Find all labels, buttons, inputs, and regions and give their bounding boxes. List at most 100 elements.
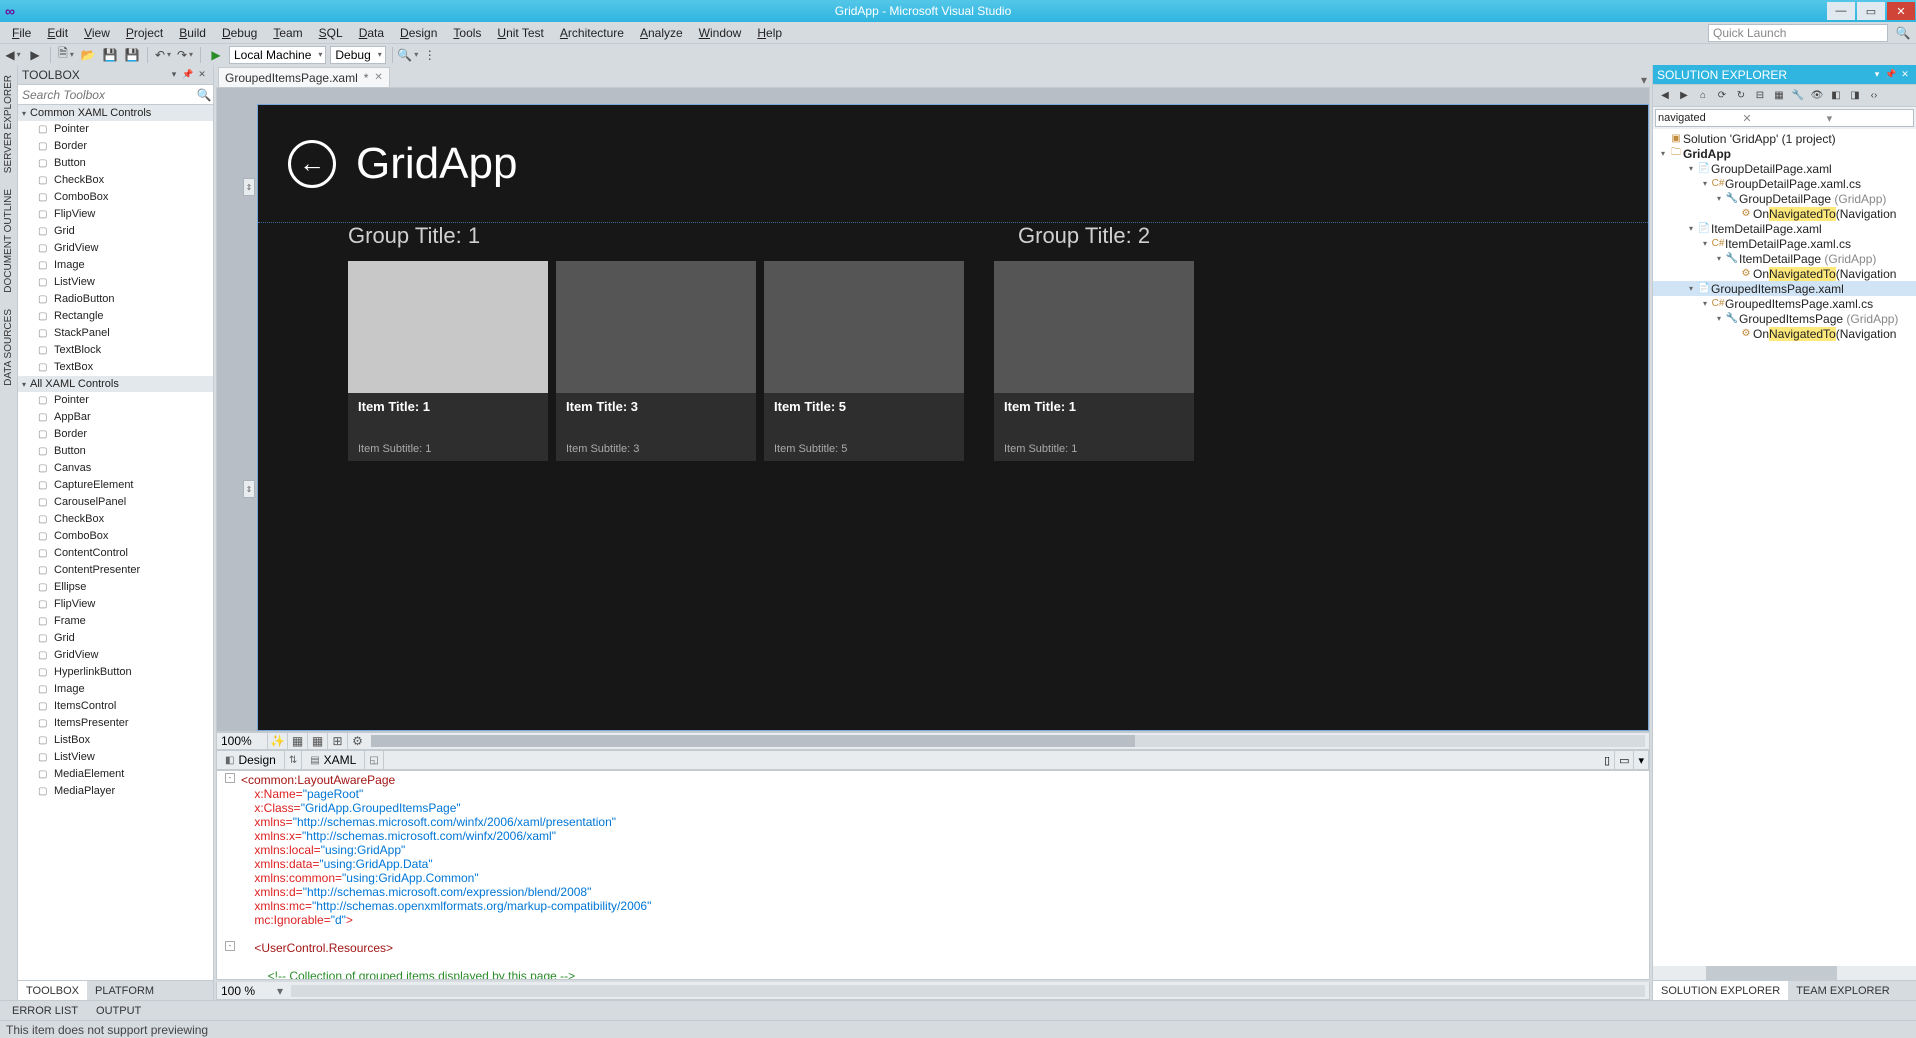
snap-icon[interactable]: ⊞ — [327, 733, 347, 749]
show-all-icon[interactable]: ▦ — [1771, 88, 1787, 104]
design-view-tab[interactable]: ◧Design — [217, 751, 285, 769]
menu-data[interactable]: Data — [351, 24, 392, 42]
clear-search-icon[interactable]: ✕ — [1742, 112, 1826, 125]
view-designer-icon[interactable]: ‹› — [1866, 88, 1882, 104]
toolbox-item[interactable]: StackPanel — [18, 325, 213, 342]
tree-node[interactable]: ▾📄GroupedItemsPage.xaml — [1653, 281, 1916, 296]
menu-project[interactable]: Project — [118, 24, 171, 42]
sync-icon[interactable]: ⟳ — [1714, 88, 1730, 104]
menu-file[interactable]: File — [4, 24, 39, 42]
menu-debug[interactable]: Debug — [214, 24, 265, 42]
toolbox-item[interactable]: CheckBox — [18, 172, 213, 189]
toolbox-item[interactable]: CheckBox — [18, 511, 213, 528]
toolbox-item[interactable]: FlipView — [18, 206, 213, 223]
find-in-files-button[interactable]: 🔍 — [399, 46, 417, 64]
menu-team[interactable]: Team — [265, 24, 310, 42]
toolbox-group[interactable]: ▾All XAML Controls — [18, 376, 213, 392]
toolbox-item[interactable]: Grid — [18, 223, 213, 240]
effects-icon[interactable]: ✨ — [267, 733, 287, 749]
toolbox-item[interactable]: Border — [18, 426, 213, 443]
toolbox-item[interactable]: ItemsControl — [18, 698, 213, 715]
toolbox-item[interactable]: ContentControl — [18, 545, 213, 562]
solution-explorer-tab[interactable]: SOLUTION EXPLORER — [1653, 981, 1788, 1000]
toolbox-item[interactable]: Pointer — [18, 121, 213, 138]
tree-node[interactable]: ⚙OnNavigatedTo(Navigation — [1653, 206, 1916, 221]
minimize-button[interactable]: — — [1827, 2, 1855, 20]
menu-view[interactable]: View — [76, 24, 118, 42]
settings-icon[interactable]: ⚙ — [347, 733, 367, 749]
view-code-icon[interactable]: ◧ — [1828, 88, 1844, 104]
toolbox-item[interactable]: CaptureElement — [18, 477, 213, 494]
data-sources-tab[interactable]: DATA SOURCES — [2, 303, 15, 392]
expand-pane-button[interactable]: ◱ — [365, 751, 383, 769]
toolbox-item[interactable]: ListView — [18, 274, 213, 291]
toolbox-item[interactable]: Canvas — [18, 460, 213, 477]
collapse-pane-button[interactable]: ▾ — [1634, 751, 1649, 769]
save-button[interactable]: 💾 — [101, 46, 119, 64]
toolbox-item[interactable]: GridView — [18, 647, 213, 664]
tree-node[interactable]: ⚙OnNavigatedTo(Navigation — [1653, 266, 1916, 281]
collapse-all-icon[interactable]: ⊟ — [1752, 88, 1768, 104]
toolbox-item[interactable]: Image — [18, 257, 213, 274]
debug-target-combo[interactable]: Local Machine — [229, 46, 326, 64]
refresh-icon[interactable]: ↻ — [1733, 88, 1749, 104]
platform-tab[interactable]: PLATFORM — [87, 981, 162, 1000]
toolbox-item[interactable]: RadioButton — [18, 291, 213, 308]
toolbox-list[interactable]: ▾Common XAML ControlsPointerBorderButton… — [18, 105, 213, 980]
panel-dropdown-icon[interactable]: ▾ — [167, 68, 181, 82]
toolbox-item[interactable]: ComboBox — [18, 189, 213, 206]
tree-node[interactable]: ▾🔧ItemDetailPage (GridApp) — [1653, 251, 1916, 266]
solution-tree[interactable]: ▣Solution 'GridApp' (1 project)▾🗀GridApp… — [1653, 129, 1916, 966]
menu-architecture[interactable]: Architecture — [552, 24, 632, 42]
tree-node[interactable]: ⚙OnNavigatedTo(Navigation — [1653, 326, 1916, 341]
home-icon[interactable]: ⌂ — [1695, 88, 1711, 104]
design-zoom-combo[interactable]: 100% — [217, 734, 267, 748]
configuration-combo[interactable]: Debug — [330, 46, 385, 64]
toolbox-item[interactable]: AppBar — [18, 409, 213, 426]
menu-tools[interactable]: Tools — [445, 24, 489, 42]
menu-sql[interactable]: SQL — [311, 24, 351, 42]
forward-icon[interactable]: ▶ — [1676, 88, 1692, 104]
menu-design[interactable]: Design — [392, 24, 445, 42]
toolbar-overflow-button[interactable]: ⋮ — [421, 46, 439, 64]
horizontal-split-button[interactable]: ▭ — [1615, 751, 1634, 769]
toolbox-tab[interactable]: TOOLBOX — [18, 981, 87, 1000]
toolbox-item[interactable]: Rectangle — [18, 308, 213, 325]
toolbox-item[interactable]: TextBlock — [18, 342, 213, 359]
tree-node[interactable]: ▣Solution 'GridApp' (1 project) — [1653, 131, 1916, 146]
toolbox-group[interactable]: ▾Common XAML Controls — [18, 105, 213, 121]
toolbox-item[interactable]: MediaPlayer — [18, 783, 213, 800]
save-all-button[interactable]: 💾 — [123, 46, 141, 64]
team-explorer-tab[interactable]: TEAM EXPLORER — [1788, 981, 1898, 1000]
chevron-down-icon[interactable]: ▾ — [273, 984, 287, 998]
server-explorer-tab[interactable]: SERVER EXPLORER — [2, 69, 15, 179]
solution-search-value[interactable]: navigated — [1658, 112, 1742, 124]
toolbox-item[interactable]: ItemsPresenter — [18, 715, 213, 732]
vertical-split-button[interactable]: ▯ — [1600, 751, 1615, 769]
xaml-hscrollbar[interactable] — [291, 985, 1645, 997]
toolbox-item[interactable]: Grid — [18, 630, 213, 647]
tree-node[interactable]: ▾🗀GridApp — [1653, 146, 1916, 161]
designer-hscrollbar[interactable] — [371, 735, 1645, 747]
toolbox-item[interactable]: Border — [18, 138, 213, 155]
xaml-designer-surface[interactable]: ⇕ ⇕ ← GridApp Group Title: 1 Group Title… — [216, 87, 1650, 732]
grid-4-icon[interactable]: ▦ — [307, 733, 327, 749]
preview-icon[interactable]: 👁 — [1809, 88, 1825, 104]
quick-launch-input[interactable]: Quick Launch — [1708, 24, 1888, 42]
menu-window[interactable]: Window — [691, 24, 750, 42]
toolbox-item[interactable]: ListBox — [18, 732, 213, 749]
tab-close-icon[interactable]: ✕ — [374, 72, 382, 83]
tree-node[interactable]: ▾🔧GroupDetailPage (GridApp) — [1653, 191, 1916, 206]
toolbox-item[interactable]: MediaElement — [18, 766, 213, 783]
menu-analyze[interactable]: Analyze — [632, 24, 691, 42]
output-tab[interactable]: OUTPUT — [88, 1005, 149, 1017]
menu-build[interactable]: Build — [171, 24, 214, 42]
panel-close-icon[interactable]: ✕ — [1898, 68, 1912, 82]
panel-dropdown-icon[interactable]: ▾ — [1870, 68, 1884, 82]
toolbox-item[interactable]: ContentPresenter — [18, 562, 213, 579]
xaml-code-editor[interactable]: <common:LayoutAwarePage x:Name="pageRoot… — [216, 770, 1650, 980]
back-nav-button[interactable]: ◀ — [4, 46, 22, 64]
toolbox-item[interactable]: TextBox — [18, 359, 213, 376]
tree-node[interactable]: ▾🔧GroupedItemsPage (GridApp) — [1653, 311, 1916, 326]
start-debug-button[interactable]: ▶ — [207, 46, 225, 64]
